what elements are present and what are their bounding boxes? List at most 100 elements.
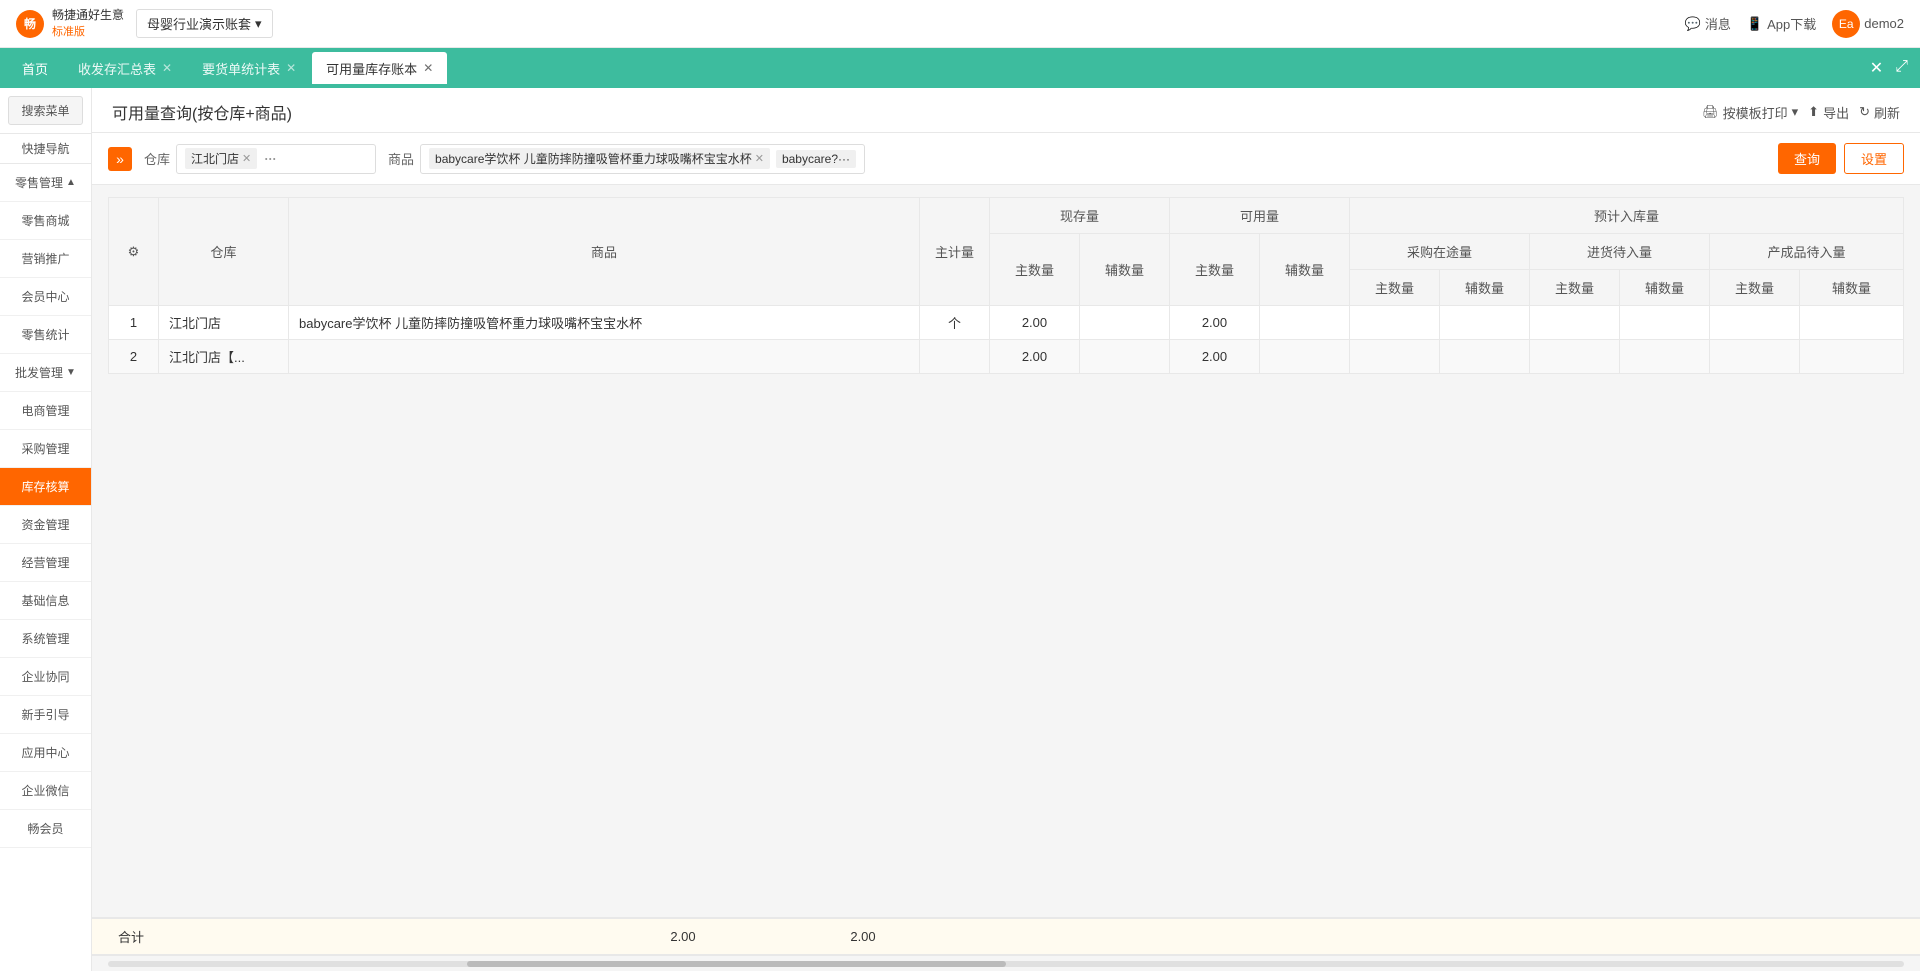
sidebar-item-ops-mgmt[interactable]: 经营管理	[0, 544, 91, 582]
table-row: 2 江北门店【... 2.00 2.00	[109, 340, 1904, 374]
sidebar-item-batch-mgmt[interactable]: 批发管理 ▼	[0, 354, 91, 392]
expand-icon[interactable]: ⤢	[1891, 54, 1912, 82]
ap-aux-cell	[1619, 340, 1709, 374]
mobile-icon: 📱	[1747, 16, 1763, 32]
tab-available-inventory[interactable]: 可用量库存账本 ✕	[312, 52, 447, 84]
tab-close-icon[interactable]: ✕	[286, 61, 296, 75]
sidebar-item-ecom-mgmt[interactable]: 电商管理	[0, 392, 91, 430]
print-button[interactable]: 🖨 按模板打印 ▾	[1702, 103, 1798, 122]
current-stock-th: 现存量	[989, 198, 1169, 234]
total-current-aux	[728, 929, 818, 944]
remove-warehouse-tag[interactable]: ✕	[242, 152, 251, 165]
sidebar-item-retail-store[interactable]: 零售商城	[0, 202, 91, 240]
filter-actions: 查询 设置	[1778, 143, 1904, 174]
export-icon: ⬆	[1808, 104, 1819, 120]
page-actions: 🖨 按模板打印 ▾ ⬆ 导出 ↻ 刷新	[1702, 103, 1900, 122]
close-all-tabs-button[interactable]: ✕	[1866, 54, 1887, 82]
page-header: 可用量查询(按仓库+商品) 🖨 按模板打印 ▾ ⬆ 导出 ↻ 刷新	[92, 88, 1920, 133]
logo-icon: 畅	[16, 10, 44, 38]
refresh-button[interactable]: ↻ 刷新	[1859, 103, 1900, 122]
production-pending-th: 产成品待入量	[1709, 234, 1903, 270]
horizontal-scrollbar[interactable]	[108, 961, 1904, 967]
table-row: 1 江北门店 babycare学饮杯 儿童防摔防撞吸管杯重力球吸嘴杯宝宝水杯 个…	[109, 306, 1904, 340]
product-cell	[289, 340, 920, 374]
sidebar-item-marketing[interactable]: 营销推广	[0, 240, 91, 278]
tab-order-stats[interactable]: 要货单统计表 ✕	[188, 52, 310, 84]
top-bar-left: 畅 畅捷通好生意 标准版 母婴行业演示账套 ▾	[16, 8, 273, 40]
remove-product-tag-1[interactable]: ✕	[755, 152, 764, 165]
sidebar-item-member-center[interactable]: 会员中心	[0, 278, 91, 316]
ap-aux-cell	[1619, 306, 1709, 340]
current-main-cell: 2.00	[989, 306, 1079, 340]
warehouse-cell: 江北门店	[159, 306, 289, 340]
sidebar-item-finance-mgmt[interactable]: 资金管理	[0, 506, 91, 544]
tab-home[interactable]: 首页	[8, 52, 62, 84]
ap-main-cell	[1529, 306, 1619, 340]
settings-th[interactable]: ⚙	[109, 198, 159, 306]
setting-button[interactable]: 设置	[1844, 143, 1904, 174]
query-button[interactable]: 查询	[1778, 143, 1836, 174]
footer-values: 2.00 2.00	[268, 929, 908, 944]
dropdown-icon: ▾	[1792, 104, 1799, 120]
total-label: 合计	[108, 927, 268, 946]
print-icon: 🖨	[1702, 104, 1719, 120]
current-qty-aux-th: 辅数量	[1079, 234, 1169, 306]
sidebar-item-retail-mgmt[interactable]: 零售管理 ▲	[0, 164, 91, 202]
user-menu[interactable]: Ea demo2	[1832, 10, 1904, 38]
tab-receive-summary[interactable]: 收发存汇总表 ✕	[64, 52, 186, 84]
sidebar-item-member[interactable]: 畅会员	[0, 810, 91, 848]
warehouse-tag: 江北门店 ✕	[185, 148, 257, 169]
sidebar-item-basic-info[interactable]: 基础信息	[0, 582, 91, 620]
total-current-main: 2.00	[638, 929, 728, 944]
pp-main-th: 主数量	[1709, 270, 1799, 306]
app-download-button[interactable]: 📱 App下载	[1747, 14, 1816, 33]
expected-inbound-th: 预计入库量	[1349, 198, 1903, 234]
export-button[interactable]: ⬆ 导出	[1808, 103, 1849, 122]
unit-th: 主计量	[919, 198, 989, 306]
seq-cell: 1	[109, 306, 159, 340]
sidebar: 搜索菜单 快捷导航 零售管理 ▲ 零售商城 营销推广 会员中心 零售统计 批发管…	[0, 88, 92, 971]
sidebar-item-retail-stats[interactable]: 零售统计	[0, 316, 91, 354]
product-tag-1: babycare学饮杯 儿童防摔防撞吸管杯重力球吸嘴杯宝宝水杯 ✕	[429, 148, 770, 169]
logo-area: 畅 畅捷通好生意 标准版	[16, 8, 124, 40]
sidebar-search: 搜索菜单	[0, 88, 91, 134]
sidebar-item-app-center[interactable]: 应用中心	[0, 734, 91, 772]
search-menu-button[interactable]: 搜索菜单	[8, 96, 83, 125]
ap-main-th: 主数量	[1529, 270, 1619, 306]
warehouse-input[interactable]: 江北门店 ✕ ···	[176, 144, 376, 174]
more-options-icon[interactable]: ···	[263, 148, 275, 169]
tab-close-icon[interactable]: ✕	[423, 61, 433, 75]
chevron-icon: ▲	[66, 177, 76, 188]
product-input[interactable]: babycare学饮杯 儿童防摔防撞吸管杯重力球吸嘴杯宝宝水杯 ✕ babyca…	[420, 144, 865, 174]
tab-close-icon[interactable]: ✕	[162, 61, 172, 75]
gear-icon: ⚙	[128, 244, 140, 259]
available-th: 可用量	[1169, 198, 1349, 234]
sidebar-item-new-guide[interactable]: 新手引导	[0, 696, 91, 734]
table-container: ⚙ 仓库 商品 主计量 现存量 可用量 预计入库量 主数量 辅数量 主数量 辅数…	[92, 185, 1920, 917]
sidebar-item-inventory[interactable]: 库存核算	[0, 468, 91, 506]
sidebar-item-enterprise-wechat[interactable]: 企业微信	[0, 772, 91, 810]
pt-main-th: 主数量	[1349, 270, 1439, 306]
quick-nav-button[interactable]: 快捷导航	[0, 134, 91, 164]
avail-main-cell: 2.00	[1169, 340, 1259, 374]
avail-main-cell: 2.00	[1169, 306, 1259, 340]
sidebar-item-sys-mgmt[interactable]: 系统管理	[0, 620, 91, 658]
warehouse-cell: 江北门店【...	[159, 340, 289, 374]
sidebar-item-enterprise[interactable]: 企业协同	[0, 658, 91, 696]
pt-aux-cell	[1439, 306, 1529, 340]
nav-tabs: 首页 收发存汇总表 ✕ 要货单统计表 ✕ 可用量库存账本 ✕ ✕ ⤢	[0, 48, 1920, 88]
total-avail-main: 2.00	[818, 929, 908, 944]
content-area: 可用量查询(按仓库+商品) 🖨 按模板打印 ▾ ⬆ 导出 ↻ 刷新 »	[92, 88, 1920, 971]
pp-main-cell	[1709, 306, 1799, 340]
pt-main-cell	[1349, 340, 1439, 374]
sidebar-item-purchase-mgmt[interactable]: 采购管理	[0, 430, 91, 468]
pt-aux-th: 辅数量	[1439, 270, 1529, 306]
nav-actions: ✕ ⤢	[1866, 54, 1912, 82]
page-title: 可用量查询(按仓库+商品)	[112, 100, 292, 124]
scrollbar-thumb[interactable]	[467, 961, 1006, 967]
purchase-transit-th: 采购在途量	[1349, 234, 1529, 270]
industry-selector[interactable]: 母婴行业演示账套 ▾	[136, 9, 273, 38]
filter-toggle-button[interactable]: »	[108, 147, 132, 171]
message-button[interactable]: 💬 消息	[1685, 14, 1731, 33]
data-table: ⚙ 仓库 商品 主计量 现存量 可用量 预计入库量 主数量 辅数量 主数量 辅数…	[108, 197, 1904, 374]
